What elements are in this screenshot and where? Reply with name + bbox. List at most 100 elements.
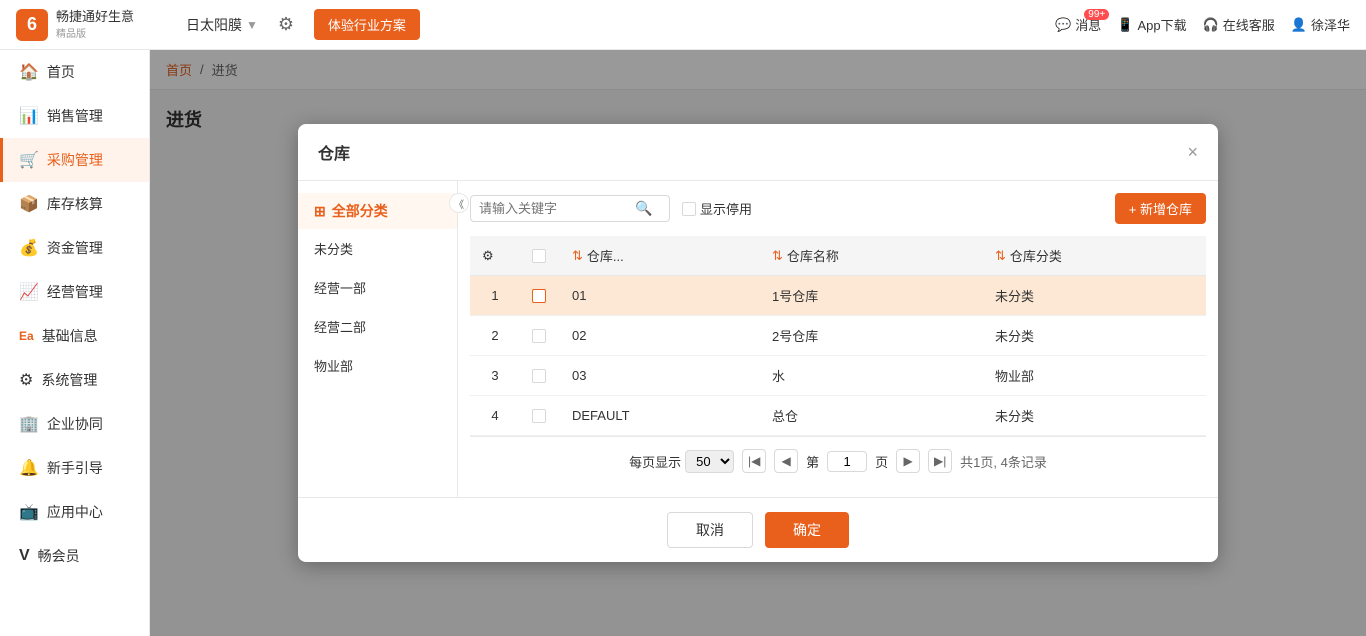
confirm-button[interactable]: 确定 bbox=[765, 512, 849, 548]
messages-badge: 99+ bbox=[1084, 9, 1109, 20]
member-icon: V bbox=[19, 547, 30, 565]
header-right: 💬 消息 99+ 📱 App下载 🎧 在线客服 👤 徐泽华 bbox=[1055, 15, 1350, 34]
header-middle: 日太阳膜 ▼ ⚙ 体验行业方案 bbox=[166, 9, 1055, 41]
row-checkbox-3[interactable] bbox=[532, 369, 546, 383]
row-code: 03 bbox=[560, 356, 760, 396]
sort-icon-cat: ⇅ bbox=[995, 248, 1006, 264]
sidebar-item-enterprise[interactable]: 🏢 企业协同 bbox=[0, 402, 149, 446]
modal-header: 仓库 × bbox=[298, 124, 1218, 181]
row-num: 2 bbox=[470, 316, 520, 356]
sidebar-item-sales[interactable]: 📊 销售管理 bbox=[0, 94, 149, 138]
logo-name: 畅捷通好生意 bbox=[56, 9, 134, 26]
row-checkbox-1[interactable] bbox=[532, 289, 546, 303]
modal-close-button[interactable]: × bbox=[1187, 142, 1198, 163]
first-page-button[interactable]: |◀ bbox=[742, 449, 766, 473]
warehouse-table: ⚙ ⇅ 仓库... bbox=[470, 236, 1206, 436]
search-box: 🔍 bbox=[470, 195, 670, 222]
table-row[interactable]: 4 DEFAULT 总仓 未分类 bbox=[470, 396, 1206, 436]
table-area: 🔍 显示停用 + 新增仓库 bbox=[458, 181, 1218, 497]
settings-icon[interactable]: ⚙ bbox=[482, 248, 494, 263]
last-page-button[interactable]: ▶| bbox=[928, 449, 952, 473]
row-checkbox-2[interactable] bbox=[532, 329, 546, 343]
main-layout: 🏠 首页 📊 销售管理 🛒 采购管理 📦 库存核算 💰 资金管理 📈 经营管理 … bbox=[0, 50, 1366, 636]
finance-icon: 💰 bbox=[19, 238, 39, 258]
page-size-selector: 每页显示 50 bbox=[629, 450, 734, 473]
add-warehouse-button[interactable]: + 新增仓库 bbox=[1115, 193, 1206, 224]
sidebar-item-home[interactable]: 🏠 首页 bbox=[0, 50, 149, 94]
logo-sub: 精品版 bbox=[56, 25, 134, 40]
search-icon: 🔍 bbox=[635, 200, 652, 217]
next-page-button[interactable]: ▶ bbox=[896, 449, 920, 473]
select-all-checkbox[interactable] bbox=[532, 249, 546, 263]
category-item-property[interactable]: 物业部 bbox=[298, 346, 457, 385]
branch-selector[interactable]: 日太阳膜 ▼ bbox=[186, 15, 258, 35]
sales-icon: 📊 bbox=[19, 106, 39, 126]
app-download-button[interactable]: 📱 App下载 bbox=[1117, 15, 1186, 34]
table-toolbar: 🔍 显示停用 + 新增仓库 bbox=[470, 193, 1206, 224]
row-name: 总仓 bbox=[760, 396, 983, 436]
messages-button[interactable]: 💬 消息 99+ bbox=[1055, 15, 1101, 34]
trial-button[interactable]: 体验行业方案 bbox=[314, 9, 420, 40]
content-area: 首页 / 进货 进货 仓库 × 《 ⊞ bbox=[150, 50, 1366, 636]
table-row[interactable]: 2 02 2号仓库 未分类 bbox=[470, 316, 1206, 356]
user-menu[interactable]: 👤 徐泽华 bbox=[1291, 15, 1350, 34]
sidebar: 🏠 首页 📊 销售管理 🛒 采购管理 📦 库存核算 💰 资金管理 📈 经营管理 … bbox=[0, 50, 150, 636]
cancel-button[interactable]: 取消 bbox=[667, 512, 753, 548]
show-disabled-checkbox[interactable] bbox=[682, 202, 696, 216]
row-checkbox-4[interactable] bbox=[532, 409, 546, 423]
prev-page-button[interactable]: ◀ bbox=[774, 449, 798, 473]
sidebar-item-operations[interactable]: 📈 经营管理 bbox=[0, 270, 149, 314]
row-code: 02 bbox=[560, 316, 760, 356]
row-category: 未分类 bbox=[983, 276, 1206, 316]
col-category: ⇅ 仓库分类 bbox=[983, 236, 1206, 276]
row-category: 未分类 bbox=[983, 396, 1206, 436]
system-icon: ⚙ bbox=[19, 370, 33, 390]
collapse-button[interactable]: 《 bbox=[449, 193, 469, 213]
row-category: 未分类 bbox=[983, 316, 1206, 356]
modal-body: 《 ⊞ 全部分类 未分类 经营一部 经营二部 bbox=[298, 181, 1218, 497]
row-num: 3 bbox=[470, 356, 520, 396]
sidebar-item-guide[interactable]: 🔔 新手引导 bbox=[0, 446, 149, 490]
sidebar-item-purchase[interactable]: 🛒 采购管理 bbox=[0, 138, 149, 182]
page-number-input[interactable] bbox=[827, 451, 867, 472]
headset-icon: 🎧 bbox=[1203, 17, 1219, 33]
row-code: DEFAULT bbox=[560, 396, 760, 436]
top-header: 6 畅捷通好生意 精品版 日太阳膜 ▼ ⚙ 体验行业方案 💬 消息 99+ 📱 … bbox=[0, 0, 1366, 50]
row-name: 水 bbox=[760, 356, 983, 396]
enterprise-icon: 🏢 bbox=[19, 414, 39, 434]
row-num: 4 bbox=[470, 396, 520, 436]
category-item-unclassified[interactable]: 未分类 bbox=[298, 229, 457, 268]
row-num: 1 bbox=[470, 276, 520, 316]
table-container: ⚙ ⇅ 仓库... bbox=[470, 236, 1206, 436]
page-size-select[interactable]: 50 bbox=[685, 450, 734, 473]
col-num: ⚙ bbox=[470, 236, 520, 276]
search-input[interactable] bbox=[479, 201, 629, 216]
row-code: 01 bbox=[560, 276, 760, 316]
message-icon: 💬 bbox=[1055, 17, 1071, 33]
logo-area: 6 畅捷通好生意 精品版 bbox=[16, 9, 166, 41]
pagination: 每页显示 50 |◀ ◀ 第 页 ▶ ▶| bbox=[470, 436, 1206, 485]
guide-icon: 🔔 bbox=[19, 458, 39, 478]
sidebar-item-app-center[interactable]: 📺 应用中心 bbox=[0, 490, 149, 534]
sidebar-item-member[interactable]: V 畅会员 bbox=[0, 534, 149, 578]
show-disabled-toggle[interactable]: 显示停用 bbox=[682, 199, 752, 218]
table-row[interactable]: 1 01 1号仓库 未分类 bbox=[470, 276, 1206, 316]
sidebar-item-system[interactable]: ⚙ 系统管理 bbox=[0, 358, 149, 402]
row-name: 2号仓库 bbox=[760, 316, 983, 356]
col-code: ⇅ 仓库... bbox=[560, 236, 760, 276]
gear-icon[interactable]: ⚙ bbox=[270, 9, 302, 41]
logo-icon: 6 bbox=[16, 9, 48, 41]
sidebar-item-finance[interactable]: 💰 资金管理 bbox=[0, 226, 149, 270]
sidebar-item-basic-info[interactable]: Ea 基础信息 bbox=[0, 314, 149, 358]
category-item-dept2[interactable]: 经营二部 bbox=[298, 307, 457, 346]
category-item-dept1[interactable]: 经营一部 bbox=[298, 268, 457, 307]
table-row[interactable]: 3 03 水 物业部 bbox=[470, 356, 1206, 396]
sidebar-item-inventory[interactable]: 📦 库存核算 bbox=[0, 182, 149, 226]
online-service-button[interactable]: 🎧 在线客服 bbox=[1203, 15, 1275, 34]
row-category: 物业部 bbox=[983, 356, 1206, 396]
row-name: 1号仓库 bbox=[760, 276, 983, 316]
all-categories[interactable]: ⊞ 全部分类 bbox=[298, 193, 457, 229]
home-icon: 🏠 bbox=[19, 62, 39, 82]
page-info: 共1页, 4条记录 bbox=[960, 452, 1047, 471]
grid-icon: ⊞ bbox=[314, 203, 326, 220]
